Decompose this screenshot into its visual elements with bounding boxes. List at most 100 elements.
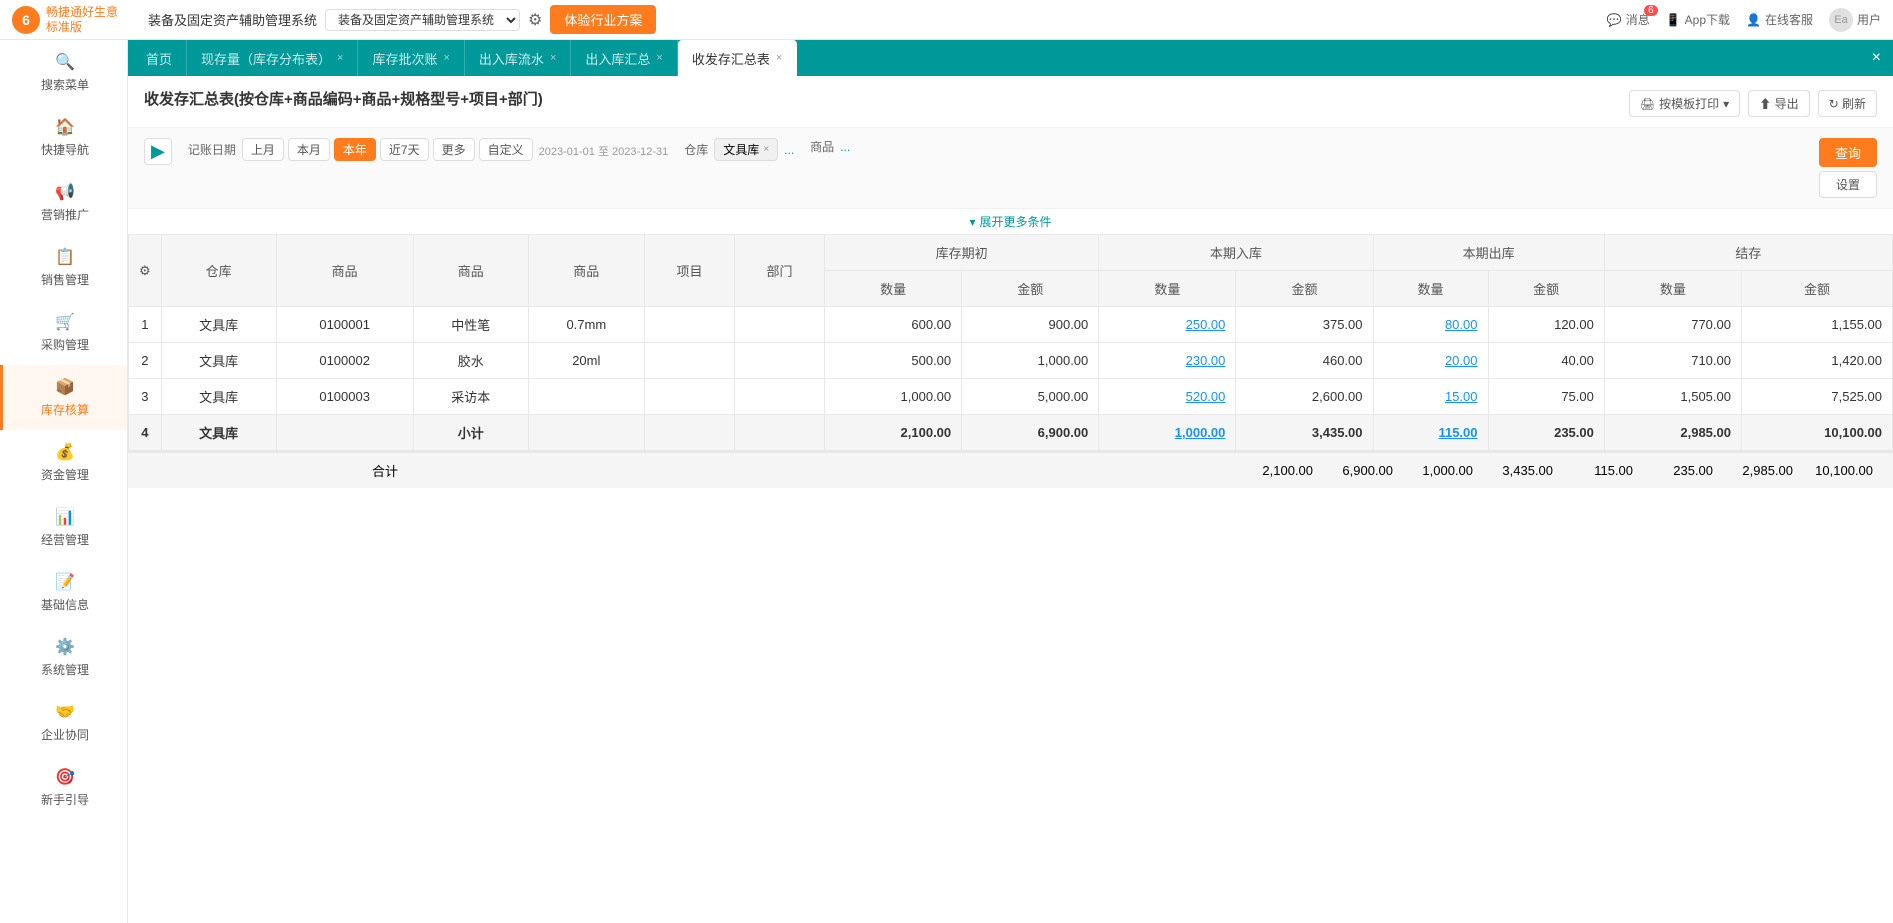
- search-icon: 🔍: [55, 52, 75, 72]
- marketing-icon: 📢: [55, 182, 75, 202]
- sidebar-item-label: 采购管理: [41, 336, 89, 353]
- date-btn-more[interactable]: 更多: [433, 138, 475, 161]
- date-btn-this-month[interactable]: 本月: [288, 138, 330, 161]
- table-cell[interactable]: 80.00: [1373, 307, 1488, 343]
- sidebar-item-purchase[interactable]: 🛒 采购管理: [0, 300, 127, 365]
- date-btn-7days[interactable]: 近7天: [380, 138, 429, 161]
- sidebar-item-enterprise[interactable]: 🤝 企业协同: [0, 690, 127, 755]
- filter-toggle-button[interactable]: ▶: [144, 138, 172, 165]
- total-label: 合计: [170, 461, 600, 480]
- finance-icon: 💰: [55, 442, 75, 462]
- table-cell: [734, 415, 824, 451]
- sidebar-item-operations[interactable]: 📊 经营管理: [0, 495, 127, 560]
- table-cell: 采访本: [413, 379, 528, 415]
- basic-icon: 📝: [55, 572, 75, 592]
- tab-collect-summary-close[interactable]: ×: [776, 52, 782, 64]
- system-title-bar: 装备及固定资产辅助管理系统 装备及固定资产辅助管理系统 ⚙ 体验行业方案: [148, 5, 1599, 34]
- table-cell: 235.00: [1488, 415, 1604, 451]
- tab-inventory-dist-label: 现存量（库存分布表）: [201, 49, 331, 68]
- date-buttons: 上月 本月 本年 近7天 更多 自定义: [242, 138, 533, 161]
- th-open-amt: 金额: [962, 271, 1099, 307]
- expand-more-conditions[interactable]: ▾ 展开更多条件: [128, 209, 1893, 234]
- sidebar-item-newbie[interactable]: 🎯 新手引导: [0, 755, 127, 820]
- sidebar-item-label: 搜索菜单: [41, 76, 89, 93]
- sidebar-item-quicknav[interactable]: 🏠 快捷导航: [0, 105, 127, 170]
- total-in-amt: 3,435.00: [1483, 463, 1563, 478]
- date-btn-custom[interactable]: 自定义: [479, 138, 533, 161]
- export-button[interactable]: ⬆ 导出: [1748, 90, 1809, 117]
- table-cell: 1,505.00: [1604, 379, 1741, 415]
- sidebar-item-marketing[interactable]: 📢 营销推广: [0, 170, 127, 235]
- page-title: 收发存汇总表(按仓库+商品编码+商品+规格型号+项目+部门): [144, 88, 543, 109]
- tab-collect-summary[interactable]: 收发存汇总表 ×: [678, 40, 797, 76]
- sales-icon: 📋: [55, 247, 75, 267]
- table-wrapper: ⚙ 仓库 商品 商品 商品 项目 部门 库存期初 本期入库 本期出库 结存: [128, 234, 1893, 451]
- table-row: 2文具库0100002胶水20ml500.001,000.00230.00460…: [129, 343, 1893, 379]
- sidebar-item-search[interactable]: 🔍 搜索菜单: [0, 40, 127, 105]
- total-bar: 合计 2,100.00 6,900.00 1,000.00 3,435.00 1…: [128, 451, 1893, 488]
- print-label: 按模板打印: [1659, 95, 1719, 112]
- warehouse-more[interactable]: ...: [784, 143, 794, 157]
- print-button[interactable]: 🖨 按模板打印 ▾: [1629, 90, 1740, 117]
- user-label: 用户: [1857, 11, 1881, 28]
- settings-icon[interactable]: ⚙: [528, 10, 542, 30]
- th-project: 项目: [644, 235, 734, 307]
- table-cell: 文具库: [161, 307, 276, 343]
- table-cell: 375.00: [1236, 307, 1373, 343]
- trial-button[interactable]: 体验行业方案: [550, 5, 656, 34]
- tab-inout-flow[interactable]: 出入库流水 ×: [465, 40, 571, 76]
- table-cell[interactable]: 115.00: [1373, 415, 1488, 451]
- product-more[interactable]: ...: [840, 140, 850, 154]
- table-cell[interactable]: 15.00: [1373, 379, 1488, 415]
- table-cell[interactable]: 1,000.00: [1099, 415, 1236, 451]
- table-cell[interactable]: 230.00: [1099, 343, 1236, 379]
- sidebar-item-inventory[interactable]: 📦 库存核算: [0, 365, 127, 430]
- tab-batch[interactable]: 库存批次账 ×: [358, 40, 464, 76]
- tab-inout-summary-close[interactable]: ×: [656, 52, 662, 64]
- tab-inventory-dist[interactable]: 现存量（库存分布表） ×: [187, 40, 358, 76]
- total-open-amt: 6,900.00: [1323, 463, 1403, 478]
- sidebar-item-label: 经营管理: [41, 531, 89, 548]
- th-dept: 部门: [734, 235, 824, 307]
- sidebar-item-system[interactable]: ⚙️ 系统管理: [0, 625, 127, 690]
- sidebar-item-basic[interactable]: 📝 基础信息: [0, 560, 127, 625]
- expand-label: 展开更多条件: [980, 213, 1052, 230]
- tab-close-all[interactable]: ×: [1864, 49, 1889, 67]
- query-button[interactable]: 查询: [1819, 138, 1877, 167]
- message-button[interactable]: 💬 消息 6: [1607, 11, 1650, 28]
- tab-batch-close[interactable]: ×: [443, 52, 449, 64]
- tab-home[interactable]: 首页: [132, 40, 187, 76]
- print-dropdown-icon: ▾: [1723, 97, 1729, 111]
- table-cell: 中性笔: [413, 307, 528, 343]
- table-cell: [644, 379, 734, 415]
- tab-inout-summary[interactable]: 出入库汇总 ×: [571, 40, 677, 76]
- warehouse-tag-close[interactable]: ×: [763, 144, 769, 155]
- table-cell[interactable]: 250.00: [1099, 307, 1236, 343]
- sidebar-item-sales[interactable]: 📋 销售管理: [0, 235, 127, 300]
- system-selector[interactable]: 装备及固定资产辅助管理系统: [325, 9, 520, 31]
- tab-inout-flow-close[interactable]: ×: [550, 52, 556, 64]
- table-cell[interactable]: 20.00: [1373, 343, 1488, 379]
- newbie-icon: 🎯: [55, 767, 75, 787]
- date-btn-this-year[interactable]: 本年: [334, 138, 376, 161]
- user-menu[interactable]: Ea 用户: [1829, 8, 1881, 32]
- filter-area: ▶ 记账日期 上月 本月 本年 近7天 更多 自定义 2023-01-01 至 …: [128, 128, 1893, 209]
- refresh-button[interactable]: ↻ 刷新: [1818, 90, 1877, 117]
- app-download-button[interactable]: 📱 App下载: [1666, 11, 1730, 28]
- tab-bar: 首页 现存量（库存分布表） × 库存批次账 × 出入库流水 × 出入库汇总 × …: [128, 40, 1893, 76]
- table-cell: 文具库: [161, 415, 276, 451]
- table-cell: 120.00: [1488, 307, 1604, 343]
- table-cell: 文具库: [161, 379, 276, 415]
- tab-inventory-dist-close[interactable]: ×: [337, 52, 343, 64]
- online-service-button[interactable]: 👤 在线客服: [1746, 11, 1813, 28]
- table-cell[interactable]: 520.00: [1099, 379, 1236, 415]
- set-button[interactable]: 设置: [1819, 171, 1877, 198]
- app-download-label: App下载: [1685, 11, 1730, 28]
- table-cell: 710.00: [1604, 343, 1741, 379]
- logo-text: 畅捷通好生意 标准版: [46, 5, 118, 34]
- table-cell: 5,000.00: [962, 379, 1099, 415]
- sidebar-item-finance[interactable]: 💰 资金管理: [0, 430, 127, 495]
- table-cell: 0100002: [276, 343, 413, 379]
- print-icon: 🖨: [1640, 97, 1655, 111]
- date-btn-last-month[interactable]: 上月: [242, 138, 284, 161]
